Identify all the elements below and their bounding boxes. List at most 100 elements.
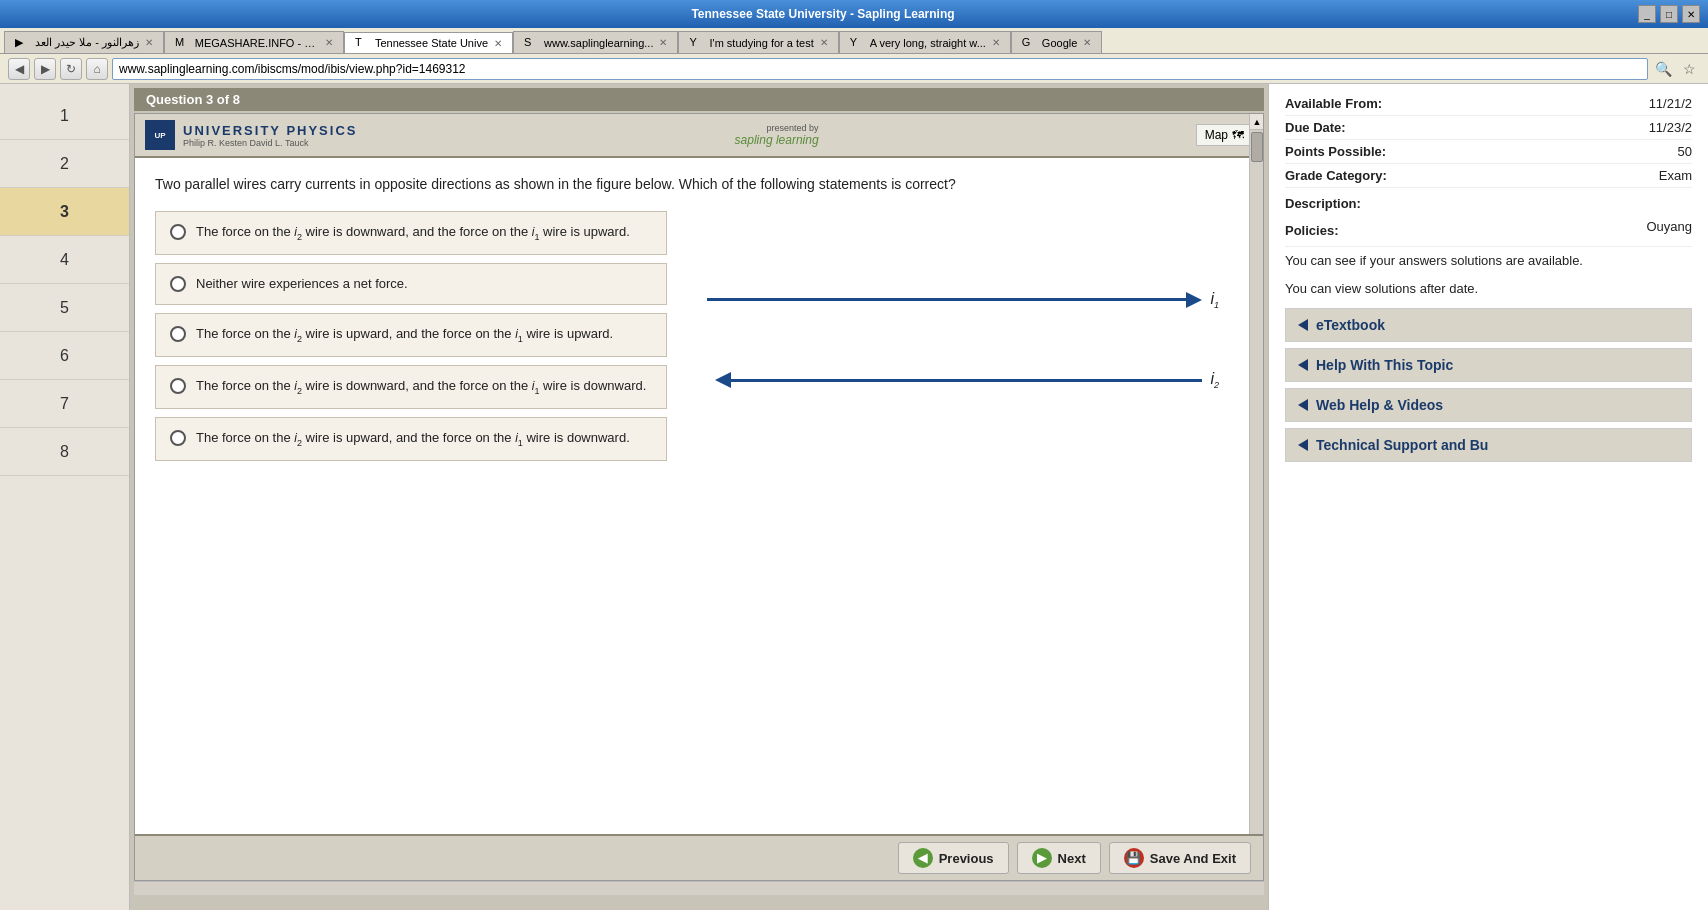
- horizontal-scrollbar[interactable]: [134, 881, 1264, 895]
- university-logo: UP UNIVERSITY PHYSICS Philip R. Kesten D…: [145, 120, 357, 150]
- option-a-radio[interactable]: [170, 224, 186, 240]
- option-c-radio[interactable]: [170, 326, 186, 342]
- policies-section: Policies: Ouyang: [1285, 215, 1692, 247]
- tab-label-tab1: زهرالنور - ملا حیدر العد: [35, 36, 139, 49]
- question-number-5[interactable]: 5: [0, 284, 129, 332]
- back-button[interactable]: ◀: [8, 58, 30, 80]
- option-a-box: The force on the i2 wire is downward, an…: [155, 211, 667, 255]
- address-bar[interactable]: [112, 58, 1648, 80]
- question-number-1[interactable]: 1: [0, 92, 129, 140]
- question-number-2[interactable]: 2: [0, 140, 129, 188]
- next-label: Next: [1058, 851, 1086, 866]
- home-button[interactable]: ⌂: [86, 58, 108, 80]
- next-icon: ▶: [1032, 848, 1052, 868]
- tab-tab7[interactable]: GGoogle✕: [1011, 31, 1102, 53]
- tab-close-tab3[interactable]: ✕: [494, 38, 502, 49]
- accordion-web-help[interactable]: Web Help & Videos: [1285, 388, 1692, 422]
- content-area: Question 3 of 8 UP UNIVERSITY PHYSICS Ph…: [130, 84, 1268, 910]
- option-d-row: The force on the i2 wire is downward, an…: [170, 376, 652, 398]
- scroll-thumb[interactable]: [1251, 132, 1263, 162]
- option-b-radio[interactable]: [170, 276, 186, 292]
- option-e-radio[interactable]: [170, 430, 186, 446]
- grade-category-row: Grade Category: Exam: [1285, 164, 1692, 188]
- vertical-scrollbar[interactable]: ▲ ▼: [1249, 114, 1263, 880]
- map-label: Map: [1205, 128, 1228, 142]
- close-button[interactable]: ✕: [1682, 5, 1700, 23]
- tab-tab3[interactable]: TTennessee State Unive✕: [344, 32, 513, 54]
- tab-tab4[interactable]: Swww.saplinglearning...✕: [513, 31, 678, 53]
- map-button[interactable]: Map 🗺: [1196, 124, 1253, 146]
- accordion-web-help-label: Web Help & Videos: [1316, 397, 1443, 413]
- wire2-label: i2: [1210, 370, 1219, 390]
- tab-close-tab2[interactable]: ✕: [325, 37, 333, 48]
- wire2-arrowhead: [715, 372, 731, 388]
- question-sidebar: 12345678: [0, 84, 130, 910]
- star-icon[interactable]: ☆: [1678, 58, 1700, 80]
- accordion-etextbook-header[interactable]: eTextbook: [1286, 309, 1691, 341]
- accordion-tech-support-header[interactable]: Technical Support and Bu: [1286, 429, 1691, 461]
- previous-icon: ◀: [913, 848, 933, 868]
- diagram-area: i1 i2: [687, 211, 1239, 469]
- accordion-tech-support[interactable]: Technical Support and Bu: [1285, 428, 1692, 462]
- option-b-box: Neither wire experiences a net force.: [155, 263, 667, 305]
- tab-close-tab6[interactable]: ✕: [992, 37, 1000, 48]
- tab-favicon-tab5: Y: [689, 36, 703, 50]
- question-frame: UP UNIVERSITY PHYSICS Philip R. Kesten D…: [134, 113, 1264, 881]
- tab-tab1[interactable]: ▶زهرالنور - ملا حیدر العد✕: [4, 31, 164, 53]
- tab-tab2[interactable]: MMEGASHARE.INFO - V...✕: [164, 31, 344, 53]
- accordion-etextbook[interactable]: eTextbook: [1285, 308, 1692, 342]
- question-number-7[interactable]: 7: [0, 380, 129, 428]
- description-section: Description:: [1285, 188, 1692, 215]
- title-bar-controls[interactable]: _ □ ✕: [1638, 5, 1700, 23]
- save-exit-button[interactable]: 💾 Save And Exit: [1109, 842, 1251, 874]
- frame-header: UP UNIVERSITY PHYSICS Philip R. Kesten D…: [135, 114, 1263, 158]
- save-label: Save And Exit: [1150, 851, 1236, 866]
- refresh-button[interactable]: ↻: [60, 58, 82, 80]
- policies-label: Policies:: [1285, 219, 1338, 242]
- accordion-help-topic-arrow: [1298, 359, 1308, 371]
- tab-tab6[interactable]: YA very long, straight w...✕: [839, 31, 1011, 53]
- tab-tab5[interactable]: YI'm studying for a test✕: [678, 31, 838, 53]
- question-text: Two parallel wires carry currents in opp…: [155, 174, 1239, 195]
- option-a-text: The force on the i2 wire is downward, an…: [196, 222, 630, 244]
- minimize-button[interactable]: _: [1638, 5, 1656, 23]
- option-d-radio[interactable]: [170, 378, 186, 394]
- search-icon[interactable]: 🔍: [1652, 58, 1674, 80]
- question-header: Question 3 of 8: [134, 88, 1264, 111]
- accordion-tech-support-arrow: [1298, 439, 1308, 451]
- question-number-3[interactable]: 3: [0, 188, 129, 236]
- right-panel: Available From: 11/21/2 Due Date: 11/23/…: [1268, 84, 1708, 910]
- nav-bar: ◀ ▶ ↻ ⌂ 🔍 ☆: [0, 54, 1708, 84]
- logo-box: UP: [145, 120, 175, 150]
- question-number-6[interactable]: 6: [0, 332, 129, 380]
- sapling-brand: sapling learning: [735, 133, 819, 147]
- tab-favicon-tab7: G: [1022, 36, 1036, 50]
- accordion-help-topic-header[interactable]: Help With This Topic: [1286, 349, 1691, 381]
- option-d-box: The force on the i2 wire is downward, an…: [155, 365, 667, 409]
- tab-close-tab1[interactable]: ✕: [145, 37, 153, 48]
- scroll-up-button[interactable]: ▲: [1250, 114, 1264, 130]
- question-number-4[interactable]: 4: [0, 236, 129, 284]
- available-from-value: 11/21/2: [1649, 96, 1692, 111]
- accordion-web-help-header[interactable]: Web Help & Videos: [1286, 389, 1691, 421]
- previous-button[interactable]: ◀ Previous: [898, 842, 1009, 874]
- maximize-button[interactable]: □: [1660, 5, 1678, 23]
- previous-label: Previous: [939, 851, 994, 866]
- tab-close-tab5[interactable]: ✕: [820, 37, 828, 48]
- tab-close-tab7[interactable]: ✕: [1083, 37, 1091, 48]
- question-number-8[interactable]: 8: [0, 428, 129, 476]
- due-date-value: 11/23/2: [1649, 120, 1692, 135]
- title-bar-text: Tennessee State University - Sapling Lea…: [8, 7, 1638, 21]
- grade-category-label: Grade Category:: [1285, 168, 1387, 183]
- question-body: Two parallel wires carry currents in opp…: [135, 158, 1263, 485]
- forward-button[interactable]: ▶: [34, 58, 56, 80]
- description-label: Description:: [1285, 188, 1692, 215]
- wire2-line: [731, 379, 1202, 382]
- tab-close-tab4[interactable]: ✕: [659, 37, 667, 48]
- next-button[interactable]: ▶ Next: [1017, 842, 1101, 874]
- info-text-2: You can view solutions after date.: [1285, 275, 1692, 303]
- accordion-help-topic[interactable]: Help With This Topic: [1285, 348, 1692, 382]
- accordion-etextbook-arrow: [1298, 319, 1308, 331]
- points-label: Points Possible:: [1285, 144, 1386, 159]
- tab-label-tab3: Tennessee State Unive: [375, 37, 488, 49]
